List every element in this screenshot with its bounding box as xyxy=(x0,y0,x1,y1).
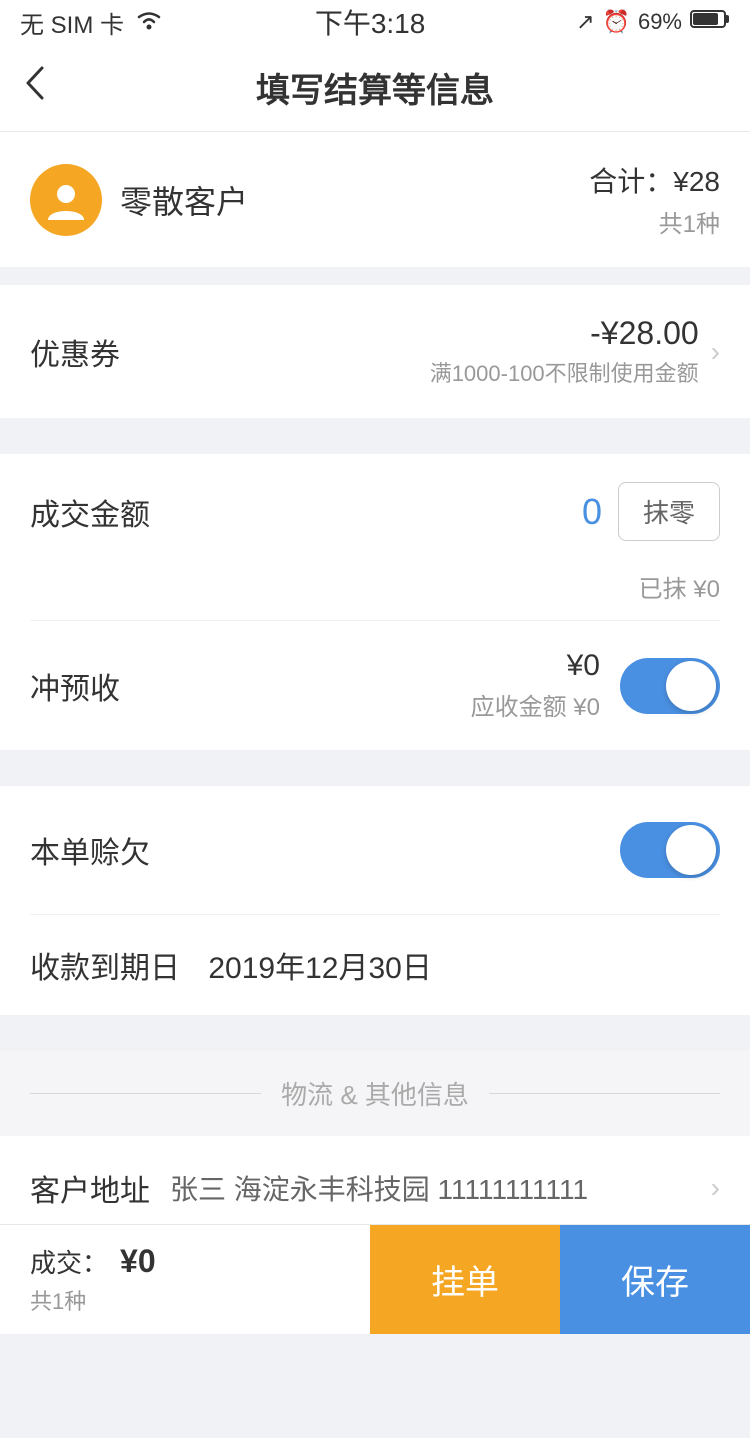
chevron-right-icon: › xyxy=(711,336,720,368)
bottom-deal: 成交： ¥0 xyxy=(30,1243,370,1280)
total-count: 共1种 xyxy=(589,204,720,239)
prepay-amount: ¥0 xyxy=(471,649,600,683)
battery-percent: 69% xyxy=(638,9,682,35)
already-zero-text: 已抹 ¥0 xyxy=(639,569,720,604)
page-title: 填写结算等信息 xyxy=(256,63,494,112)
deal-amount-right: 0 抹零 xyxy=(562,482,720,541)
round-zero-button[interactable]: 抹零 xyxy=(618,482,720,541)
duedate-value: 2019年12月30日 xyxy=(208,952,431,985)
credit-card: 本单赊欠 收款到期日 2019年12月30日 xyxy=(0,786,750,1015)
prepay-right: ¥0 应收金额 ¥0 xyxy=(471,649,720,722)
total-amount: 合计：¥28 xyxy=(589,160,720,200)
receivable-text: 应收金额 ¥0 xyxy=(471,687,600,722)
duedate-row: 收款到期日 2019年12月30日 xyxy=(0,915,750,1015)
customer-info: 零散客户 xyxy=(30,164,248,236)
toggle-knob xyxy=(666,661,716,711)
prepay-label: 冲预收 xyxy=(30,664,120,708)
section-separator-2 xyxy=(0,768,750,786)
nav-bar: 填写结算等信息 xyxy=(0,44,750,132)
no-sim-text: 无 SIM 卡 xyxy=(20,5,124,40)
deal-amount-label: 成交金额 xyxy=(30,490,190,534)
section-separator-1 xyxy=(0,436,750,454)
alarm-icon: ⏰ xyxy=(603,9,630,35)
battery-icon xyxy=(690,8,730,36)
address-chevron-icon: › xyxy=(711,1172,720,1204)
status-left: 无 SIM 卡 xyxy=(20,5,164,40)
deal-amount-row: 成交金额 0 抹零 xyxy=(0,454,750,569)
coupon-card: 优惠券 -¥28.00 满1000-100不限制使用金额 › xyxy=(0,285,750,418)
coupon-label: 优惠券 xyxy=(30,330,120,374)
address-label: 客户地址 xyxy=(30,1166,150,1210)
bottom-count: 共1种 xyxy=(30,1284,370,1316)
wifi-icon xyxy=(134,8,164,37)
deal-label: 成交： xyxy=(30,1243,108,1280)
coupon-value-block: -¥28.00 满1000-100不限制使用金额 xyxy=(430,315,699,388)
hold-order-button[interactable]: 挂单 xyxy=(370,1225,560,1334)
logistics-line-left xyxy=(30,1093,261,1094)
address-value: 张三 海淀永丰科技园 11111111111 xyxy=(170,1168,711,1208)
credit-row: 本单赊欠 xyxy=(0,786,750,914)
prepay-row: 冲预收 ¥0 应收金额 ¥0 xyxy=(0,621,750,750)
prepay-toggle[interactable] xyxy=(620,658,720,714)
duedate-label: 收款到期日 xyxy=(30,952,180,985)
status-bar: 无 SIM 卡 下午3:18 ↗ ⏰ 69% xyxy=(0,0,750,44)
prepay-amount-block: ¥0 应收金额 ¥0 xyxy=(471,649,600,722)
location-icon: ↗ xyxy=(576,9,594,35)
coupon-desc: 满1000-100不限制使用金额 xyxy=(430,356,699,388)
section-separator-3 xyxy=(0,1033,750,1051)
bottom-deal-amount: ¥0 xyxy=(120,1243,156,1280)
deal-amount-value[interactable]: 0 xyxy=(562,491,602,533)
logistics-line-right xyxy=(489,1093,720,1094)
credit-toggle[interactable] xyxy=(620,822,720,878)
avatar xyxy=(30,164,102,236)
deal-prepay-card: 成交金额 0 抹零 已抹 ¥0 冲预收 ¥0 应收金额 ¥0 xyxy=(0,454,750,750)
save-button[interactable]: 保存 xyxy=(560,1225,750,1334)
back-button[interactable] xyxy=(24,64,46,111)
customer-row: 零散客户 合计：¥28 共1种 xyxy=(0,132,750,267)
logistics-text: 物流 & 其他信息 xyxy=(281,1075,469,1112)
bottom-info: 成交： ¥0 共1种 xyxy=(0,1225,370,1334)
status-time: 下午3:18 xyxy=(315,2,426,42)
logistics-separator: 物流 & 其他信息 xyxy=(0,1051,750,1136)
coupon-row[interactable]: 优惠券 -¥28.00 满1000-100不限制使用金额 › xyxy=(0,285,750,418)
customer-name: 零散客户 xyxy=(120,177,248,223)
bottom-bar: 成交： ¥0 共1种 挂单 保存 xyxy=(0,1224,750,1334)
credit-toggle-knob xyxy=(666,825,716,875)
coupon-discount: -¥28.00 xyxy=(430,315,699,352)
status-right: ↗ ⏰ 69% xyxy=(576,8,730,36)
customer-card: 零散客户 合计：¥28 共1种 xyxy=(0,132,750,267)
credit-label: 本单赊欠 xyxy=(30,828,150,872)
customer-total: 合计：¥28 共1种 xyxy=(589,160,720,239)
coupon-right: -¥28.00 满1000-100不限制使用金额 › xyxy=(430,315,720,388)
